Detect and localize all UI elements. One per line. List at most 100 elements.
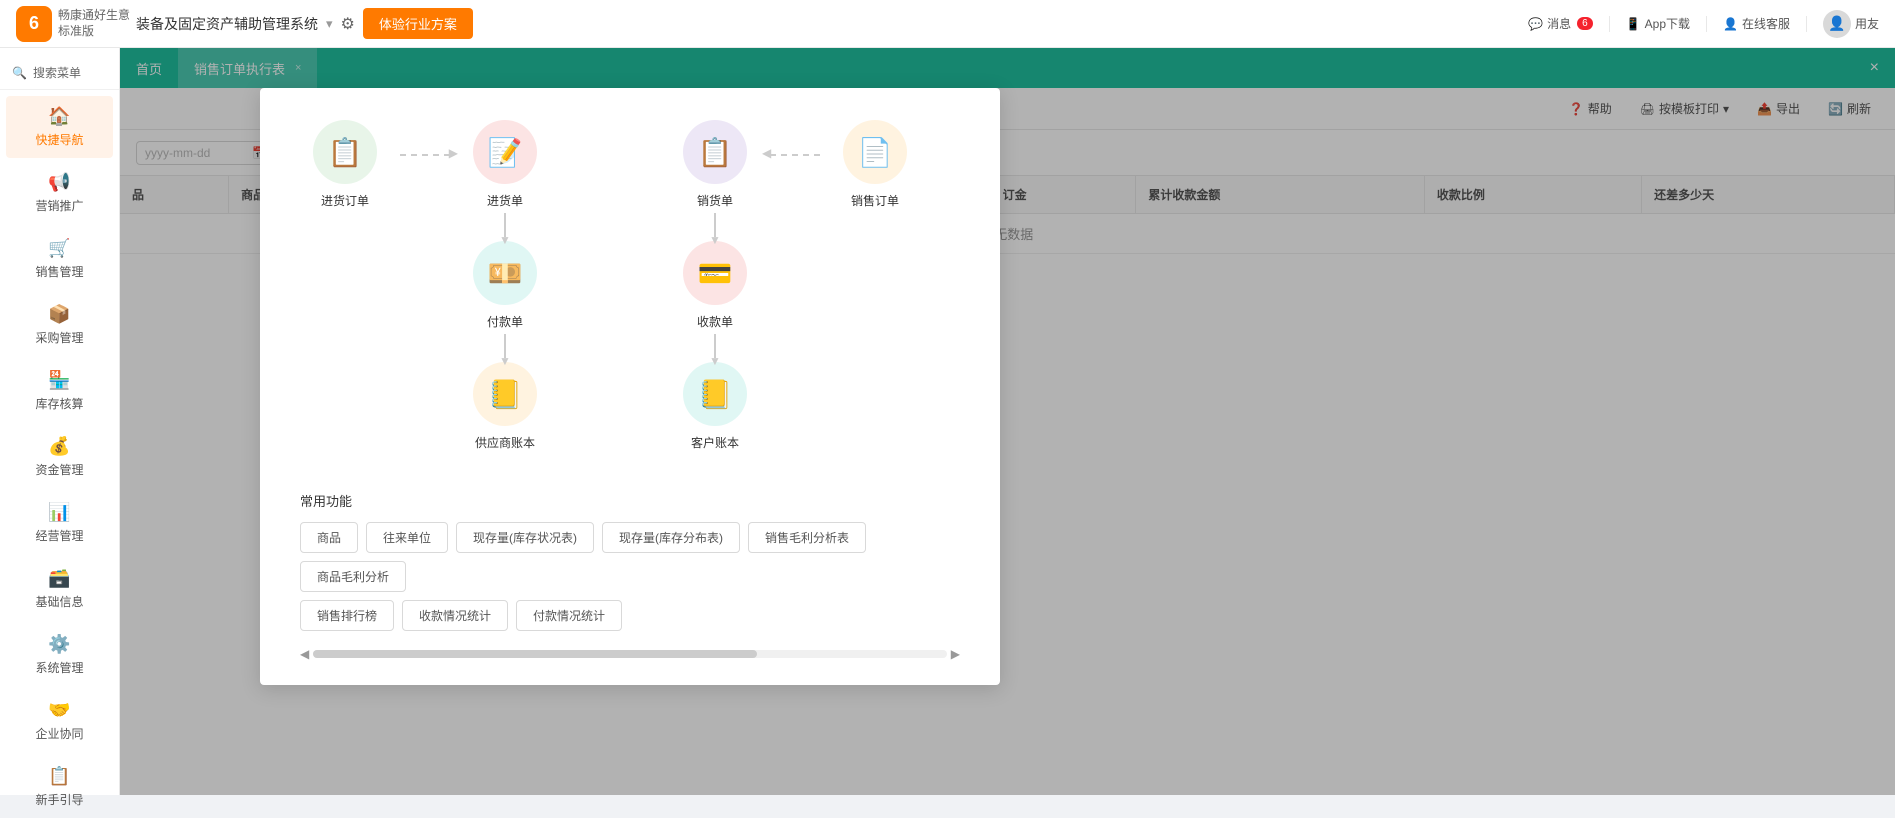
user-action[interactable]: 👤 用友 (1823, 10, 1879, 38)
sales-bill-circle: 📋 (683, 120, 747, 184)
func-btn-receipt-stat[interactable]: 收款情况统计 (402, 600, 508, 631)
receipt-bill-label: 收款单 (697, 313, 733, 330)
dropdown-icon[interactable]: ▾ (326, 16, 333, 32)
scroll-left-arrow[interactable]: ◀ (300, 647, 309, 661)
sidebar-item-ops[interactable]: 📊 经营管理 (6, 492, 113, 554)
corp-icon: 🤝 (48, 700, 70, 721)
service-icon: 👤 (1723, 17, 1738, 31)
arrow-down-sales (714, 213, 716, 237)
node-sales-order[interactable]: 📄 销售订单 (843, 120, 907, 209)
search-menu[interactable]: 🔍 搜索菜单 (0, 56, 119, 90)
payment-bill-label: 付款单 (487, 313, 523, 330)
sidebar-item-marketing[interactable]: 📢 营销推广 (6, 162, 113, 224)
sidebar-item-base[interactable]: 🗃️ 基础信息 (6, 558, 113, 620)
sidebar-label-purchase: 采购管理 (35, 329, 83, 346)
purchase-bill-circle: 📝 (473, 120, 537, 184)
sidebar-label-guide: 新手引导 (35, 791, 83, 808)
node-purchase-order[interactable]: 📋 进货订单 (313, 120, 377, 209)
arrow-down-purchase (504, 213, 506, 237)
sidebar-item-system[interactable]: ⚙️ 系统管理 (6, 624, 113, 686)
sidebar-label-quick: 快捷导航 (35, 131, 83, 148)
func-btn-product-gross[interactable]: 商品毛利分析 (300, 561, 406, 592)
sidebar-item-purchase[interactable]: 📦 采购管理 (6, 294, 113, 356)
content-area: 首页 销售订单执行表 × × ❓ 帮助 🖨 按模板打印 ▾ 📤 导出 (120, 48, 1895, 795)
online-service-label: 在线客服 (1742, 15, 1790, 32)
purchase-order-label: 进货订单 (321, 192, 369, 209)
func-btn-payment-stat[interactable]: 付款情况统计 (516, 600, 622, 631)
node-payment-bill[interactable]: 💴 付款单 (473, 241, 537, 330)
scrollbar-thumb (313, 650, 756, 658)
gear-icon[interactable]: ⚙ (341, 14, 355, 34)
online-service-action[interactable]: 👤 在线客服 (1723, 15, 1790, 32)
sidebar-item-finance[interactable]: 💰 资金管理 (6, 426, 113, 488)
flow-diagram: 📋 进货订单 📝 进货单 📋 (300, 120, 960, 451)
arrow-down-receipt (714, 334, 716, 358)
message-icon: 💬 (1528, 17, 1543, 31)
dashed-arrow-2 (770, 154, 820, 156)
inventory-icon: 🏪 (48, 370, 70, 391)
sidebar-label-system: 系统管理 (35, 659, 83, 676)
arrow-v-payment (504, 330, 506, 362)
divider-2 (1706, 16, 1707, 32)
logo-line1: 畅康通好生意 (58, 8, 130, 24)
sidebar-label-finance: 资金管理 (35, 461, 83, 478)
common-func-title: 常用功能 (300, 491, 960, 510)
supplier-book-circle: 📒 (473, 362, 537, 426)
func-btn-sales-rank[interactable]: 销售排行榜 (300, 600, 394, 631)
arrow-v-purchase (504, 209, 506, 241)
arrow-v-receipt (714, 330, 716, 362)
func-btn-stock-status[interactable]: 现存量(库存状况表) (456, 522, 594, 553)
sales-order-circle: 📄 (843, 120, 907, 184)
message-label: 消息 (1547, 15, 1571, 32)
sidebar-item-guide[interactable]: 📋 新手引导 (6, 756, 113, 818)
trial-button[interactable]: 体验行业方案 (363, 8, 473, 39)
sidebar-label-corp: 企业协同 (35, 725, 83, 742)
sidebar-label-sales: 销售管理 (35, 263, 83, 280)
system-title-area: 装备及固定资产辅助管理系统 ▾ ⚙ 体验行业方案 (136, 8, 1528, 39)
arrow-h-2 (770, 154, 820, 176)
download-icon: 📱 (1626, 17, 1641, 31)
sidebar-item-inventory[interactable]: 🏪 库存核算 (6, 360, 113, 422)
sidebar-label-inventory: 库存核算 (35, 395, 83, 412)
sidebar-label-base: 基础信息 (35, 593, 83, 610)
purchase-icon: 📦 (48, 304, 70, 325)
func-btn-stock-dist[interactable]: 现存量(库存分布表) (602, 522, 740, 553)
purchase-order-circle: 📋 (313, 120, 377, 184)
quick-icon: 🏠 (48, 106, 70, 127)
node-receipt-bill[interactable]: 💳 收款单 (683, 241, 747, 330)
modal-overlay: 📋 进货订单 📝 进货单 📋 (120, 48, 1895, 795)
top-header: 6 畅康通好生意 标准版 装备及固定资产辅助管理系统 ▾ ⚙ 体验行业方案 💬 … (0, 0, 1895, 48)
dashed-arrow-1 (400, 154, 450, 156)
main-layout: 🔍 搜索菜单 🏠 快捷导航 📢 营销推广 🛒 销售管理 📦 采购管理 🏪 库存核… (0, 48, 1895, 795)
logo-text: 畅康通好生意 标准版 (58, 8, 130, 39)
system-icon: ⚙️ (48, 634, 70, 655)
finance-icon: 💰 (48, 436, 70, 457)
func-btn-product[interactable]: 商品 (300, 522, 358, 553)
customer-book-label: 客户账本 (691, 434, 739, 451)
sidebar-label-marketing: 营销推广 (35, 197, 83, 214)
sidebar-item-corp[interactable]: 🤝 企业协同 (6, 690, 113, 752)
payment-bill-circle: 💴 (473, 241, 537, 305)
node-purchase-bill[interactable]: 📝 进货单 (473, 120, 537, 209)
sales-icon: 🛒 (48, 238, 70, 259)
customer-book-circle: 📒 (683, 362, 747, 426)
node-sales-bill[interactable]: 📋 销货单 (683, 120, 747, 209)
sidebar-item-quick[interactable]: 🏠 快捷导航 (6, 96, 113, 158)
scroll-right-arrow[interactable]: ▶ (951, 647, 960, 661)
node-supplier-book[interactable]: 📒 供应商账本 (473, 362, 537, 451)
supplier-book-label: 供应商账本 (475, 434, 535, 451)
func-btn-counterpart[interactable]: 往来单位 (366, 522, 448, 553)
guide-icon: 📋 (48, 766, 70, 787)
node-customer-book[interactable]: 📒 客户账本 (683, 362, 747, 451)
scrollbar-track[interactable] (313, 650, 947, 658)
app-download-action[interactable]: 📱 App下载 (1626, 15, 1690, 32)
common-functions-section: 常用功能 商品 往来单位 现存量(库存状况表) 现存量(库存分布表) 销售毛利分… (300, 491, 960, 631)
sidebar-item-sales[interactable]: 🛒 销售管理 (6, 228, 113, 290)
modal-scrollbar: ◀ ▶ (300, 647, 960, 661)
func-buttons-row1: 商品 往来单位 现存量(库存状况表) 现存量(库存分布表) 销售毛利分析表 商品… (300, 522, 960, 592)
arrow-down-payment (504, 334, 506, 358)
message-action[interactable]: 💬 消息 6 (1528, 15, 1593, 32)
func-btn-sales-gross[interactable]: 销售毛利分析表 (748, 522, 866, 553)
search-icon: 🔍 (12, 66, 27, 80)
receipt-bill-circle: 💳 (683, 241, 747, 305)
